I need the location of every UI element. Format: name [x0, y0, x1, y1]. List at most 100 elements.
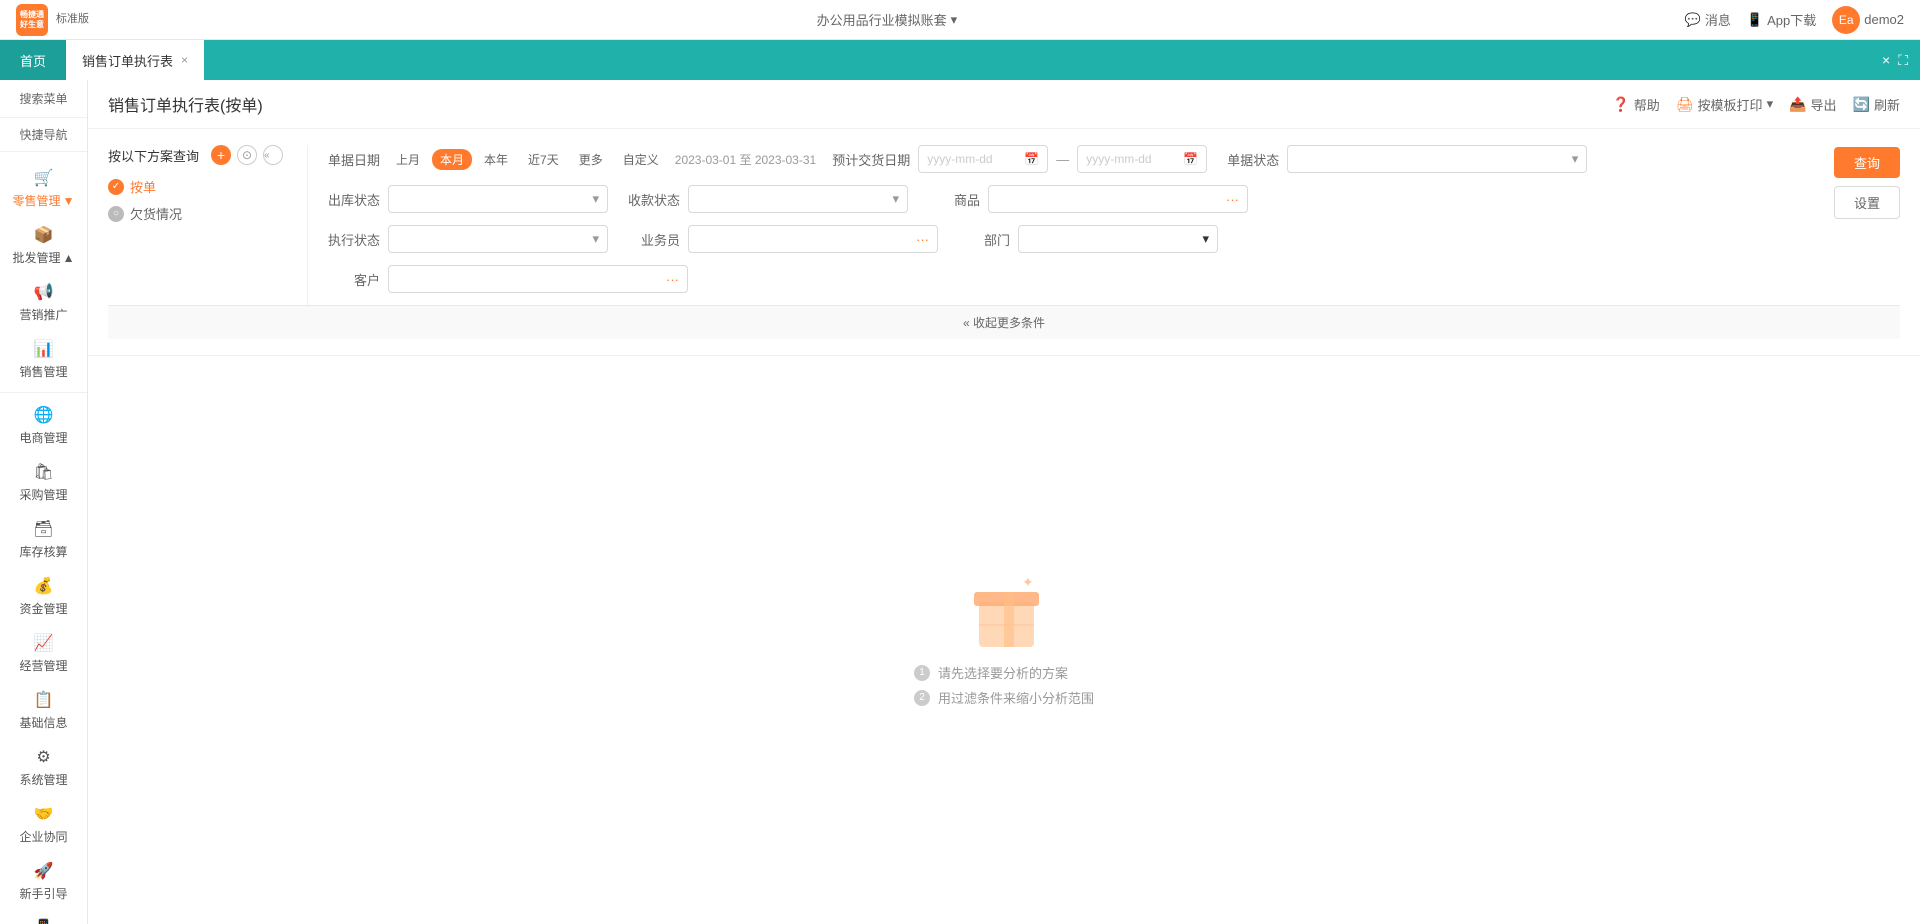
sidebar-item-retail[interactable]: 🛒 零售管理 ▼ — [0, 160, 87, 217]
date-tab-7days[interactable]: 近7天 — [520, 149, 567, 170]
goods-label: 商品 — [924, 190, 980, 209]
apps-icon: 📱 — [34, 918, 54, 924]
sidebar-item-sales[interactable]: 📊 销售管理 — [0, 331, 87, 388]
predict-date-end-input[interactable]: yyyy-mm-dd 📅 — [1077, 145, 1207, 173]
filter-goods: 商品 ··· — [924, 185, 1248, 213]
ops-icon: 📈 — [34, 633, 54, 653]
chevron-down-icon: ▼ — [63, 194, 75, 208]
plan-header: 按以下方案查询 + ⊙ « — [108, 145, 291, 165]
plan-copy-btn[interactable]: ⊙ — [237, 145, 257, 165]
topbar-left: 畅捷通好生意 标准版 — [16, 4, 89, 36]
app-title: 办公用品行业模拟账套 — [817, 10, 947, 29]
sidebar-section: 🛒 零售管理 ▼ 📦 批发管理 ▲ 📢 营销推广 📊 销售管理 — [0, 152, 87, 924]
tab-home[interactable]: 首页 — [0, 40, 66, 80]
collect-status-chevron-icon: ▾ — [892, 191, 899, 207]
sidebar-item-ops[interactable]: 📈 经营管理 — [0, 625, 87, 682]
content: 销售订单执行表(按单) ❓ 帮助 🖨 按模板打印 ▾ 📤 导出 🔄 刷新 — [88, 80, 1920, 924]
single-status-label: 单据状态 — [1223, 150, 1279, 169]
sales-icon: 📊 — [34, 339, 54, 359]
salesman-more-icon: ··· — [916, 232, 929, 247]
plan-item-icon-gray: ○ — [108, 206, 124, 222]
wholesale-icon: 📦 — [34, 225, 54, 245]
brand-logo-text: 畅捷通好生意 — [20, 10, 44, 29]
newbie-icon: 🚀 — [34, 861, 54, 881]
topbar: 畅捷通好生意 标准版 办公用品行业模拟账套 ▾ 💬 消息 📱 App下载 Ea … — [0, 0, 1920, 40]
settings-btn[interactable]: 设置 — [1834, 186, 1900, 219]
filter-customer: 客户 ··· — [324, 265, 688, 293]
dropdown-icon[interactable]: ▾ — [951, 12, 958, 28]
sidebar-item-marketing[interactable]: 📢 营销推广 — [0, 274, 87, 331]
plan-item-arrears[interactable]: ○ 欠货情况 — [108, 200, 291, 227]
collect-status-select[interactable]: ▾ — [688, 185, 908, 213]
date-range-text: 2023-03-01 至 2023-03-31 — [675, 151, 816, 168]
filter-date: 单据日期 上月 本月 本年 近7天 更多 自定义 2023-03-01 至 20… — [324, 149, 816, 170]
header-actions: ❓ 帮助 🖨 按模板打印 ▾ 📤 导出 🔄 刷新 — [1612, 95, 1900, 114]
date-tab-last-month[interactable]: 上月 — [388, 149, 428, 170]
date-tab-custom[interactable]: 自定义 — [615, 149, 667, 170]
out-status-select[interactable]: ▾ — [388, 185, 608, 213]
plan-collapse-btn[interactable]: « — [263, 145, 283, 165]
sidebar-item-corp[interactable]: 🤝 企业协同 — [0, 796, 87, 853]
page-header: 销售订单执行表(按单) ❓ 帮助 🖨 按模板打印 ▾ 📤 导出 🔄 刷新 — [88, 80, 1920, 129]
filter-out-status: 出库状态 ▾ — [324, 185, 608, 213]
filter-single-status: 单据状态 ▾ — [1223, 145, 1587, 173]
tab-close-btn[interactable]: × — [181, 53, 188, 67]
help-btn[interactable]: ❓ 帮助 — [1612, 95, 1659, 114]
refresh-icon: 🔄 — [1853, 96, 1870, 113]
sidebar-item-purchase[interactable]: 🛍 采购管理 — [0, 454, 87, 511]
predict-date-label: 预计交货日期 — [832, 150, 910, 169]
query-btn[interactable]: 查询 — [1834, 147, 1900, 178]
filter-row-4: 客户 ··· — [324, 265, 1818, 293]
refresh-btn[interactable]: 🔄 刷新 — [1853, 95, 1900, 114]
svg-text:✦: ✦ — [1022, 574, 1034, 590]
app-download-btn[interactable]: 📱 App下载 — [1747, 10, 1816, 29]
fullscreen-icon[interactable]: ⛶ — [1898, 52, 1908, 69]
customer-select[interactable]: ··· — [388, 265, 688, 293]
filter-collect-status: 收款状态 ▾ — [624, 185, 908, 213]
out-status-chevron-icon: ▾ — [592, 191, 599, 207]
sidebar-item-finance[interactable]: 💰 资金管理 — [0, 568, 87, 625]
sidebar-search[interactable]: 搜索菜单 — [0, 80, 87, 118]
filter-exec-status: 执行状态 ▾ — [324, 225, 608, 253]
close-window-icon[interactable]: × — [1882, 52, 1890, 68]
sidebar-item-system[interactable]: ⚙ 系统管理 — [0, 739, 87, 796]
sidebar-item-ecom[interactable]: 🌐 电商管理 — [0, 397, 87, 454]
date-tab-more[interactable]: 更多 — [571, 149, 611, 170]
finance-icon: 💰 — [34, 576, 54, 596]
exec-status-label: 执行状态 — [324, 230, 380, 249]
topbar-center[interactable]: 办公用品行业模拟账套 ▾ — [817, 10, 958, 29]
tab-active[interactable]: 销售订单执行表 × — [66, 40, 204, 80]
date-tab-this-month[interactable]: 本月 — [432, 149, 472, 170]
plan-item-press-order[interactable]: ✓ 按单 — [108, 173, 291, 200]
sidebar-quick-nav[interactable]: 快捷导航 — [0, 118, 87, 152]
customer-more-icon: ··· — [666, 272, 679, 287]
user-menu[interactable]: Ea demo2 — [1832, 6, 1904, 34]
single-status-select[interactable]: ▾ — [1287, 145, 1587, 173]
salesman-select[interactable]: ··· — [688, 225, 938, 253]
sidebar-item-inventory[interactable]: 🗃 库存核算 — [0, 511, 87, 568]
print-btn[interactable]: 🖨 按模板打印 ▾ — [1676, 95, 1773, 114]
print-icon: 🖨 — [1676, 96, 1694, 113]
predict-date-start-input[interactable]: yyyy-mm-dd 📅 — [918, 145, 1048, 173]
export-btn[interactable]: 📤 导出 — [1789, 95, 1836, 114]
message-btn[interactable]: 💬 消息 — [1685, 10, 1731, 29]
dept-select[interactable]: ▾ — [1018, 225, 1218, 253]
exec-status-select[interactable]: ▾ — [388, 225, 608, 253]
sidebar-item-apps[interactable]: 📱 应用中心 — [0, 910, 87, 924]
filter-row-1: 单据日期 上月 本月 本年 近7天 更多 自定义 2023-03-01 至 20… — [324, 145, 1818, 173]
empty-tip-2: 2 用过滤条件来缩小分析范围 — [914, 688, 1094, 707]
sidebar-item-basic[interactable]: 📋 基础信息 — [0, 682, 87, 739]
sidebar-divider-1 — [0, 392, 87, 393]
calendar-end-icon: 📅 — [1183, 152, 1198, 166]
filter-panel: 按以下方案查询 + ⊙ « ✓ 按单 ○ 欠货情况 — [88, 129, 1920, 356]
out-status-label: 出库状态 — [324, 190, 380, 209]
collapse-bar[interactable]: « 收起更多条件 — [108, 305, 1900, 339]
plan-add-btn[interactable]: + — [211, 145, 231, 165]
main-layout: 搜索菜单 快捷导航 🛒 零售管理 ▼ 📦 批发管理 ▲ 📢 营销推广 — [0, 80, 1920, 924]
goods-select[interactable]: ··· — [988, 185, 1248, 213]
tabbar-actions: × ⛶ — [1870, 40, 1920, 80]
date-tab-this-year[interactable]: 本年 — [476, 149, 516, 170]
sidebar-item-wholesale[interactable]: 📦 批发管理 ▲ — [0, 217, 87, 274]
sidebar-item-newbie[interactable]: 🚀 新手引导 — [0, 853, 87, 910]
empty-icon: ✦ — [964, 567, 1044, 647]
